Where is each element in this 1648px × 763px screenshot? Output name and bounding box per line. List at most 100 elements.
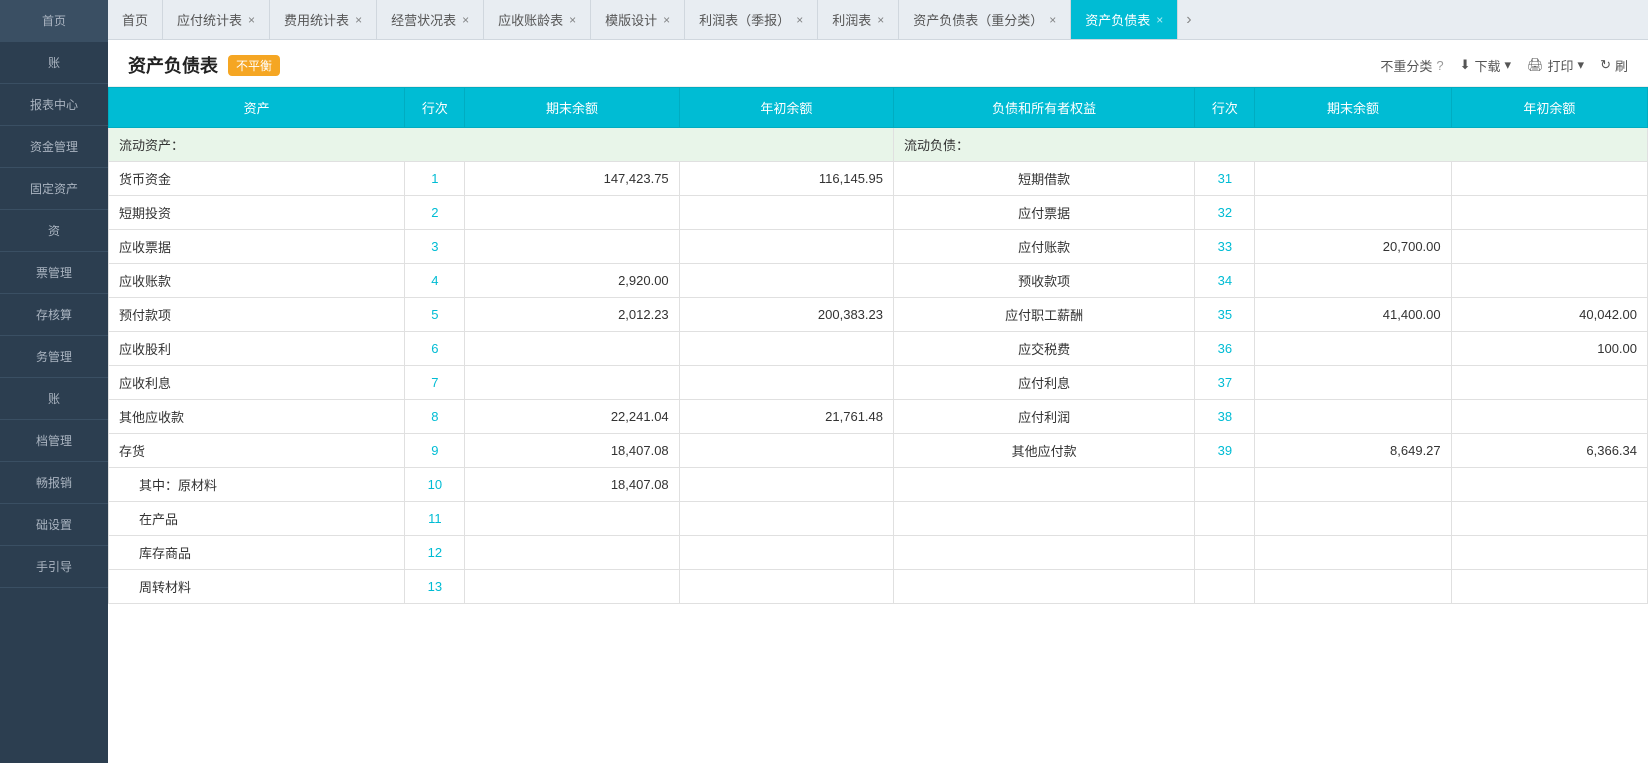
tab-close-balance[interactable]: × [1156,13,1163,27]
col-header-end-bal-left: 期末余额 [465,88,679,128]
tab-expense-stat[interactable]: 费用统计表 × [270,0,377,40]
right-beg-bal: 100.00 [1451,332,1647,366]
tab-close-operation[interactable]: × [462,13,469,27]
left-item: 其他应收款 [109,400,405,434]
tab-income[interactable]: 利润表 × [818,0,899,40]
left-row-num: 7 [405,366,465,400]
sidebar-item-guide[interactable]: 手引导 [0,546,108,588]
tab-scroll-right[interactable]: › [1178,11,1199,29]
left-item: 周转材料 [109,570,405,604]
tab-income-q[interactable]: 利润表（季报） × [685,0,818,40]
table-row: 周转材料 13 [109,570,1648,604]
unbalanced-badge: 不平衡 [228,55,280,76]
sidebar-item-expense[interactable]: 畅报销 [0,462,108,504]
balance-sheet-table: 资产 行次 期末余额 年初余额 负债和所有者权益 行次 期末余额 年初余额 流动… [108,87,1648,604]
right-item: 应付职工薪酬 [894,298,1195,332]
left-end-bal [465,502,679,536]
refresh-btn[interactable]: ↻ 刷 [1600,56,1628,75]
sidebar-item-fixed-assets[interactable]: 固定资产 [0,168,108,210]
right-item: 应付利润 [894,400,1195,434]
chevron-down-icon: ▾ [1504,57,1511,73]
tab-close-template[interactable]: × [663,13,670,27]
table-container: 资产 行次 期末余额 年初余额 负债和所有者权益 行次 期末余额 年初余额 流动… [108,87,1648,763]
left-beg-bal [679,570,893,604]
tab-ap-stat[interactable]: 应付统计表 × [163,0,270,40]
left-item: 存货 [109,434,405,468]
left-end-bal [465,230,679,264]
sidebar-item-archive[interactable]: 档管理 [0,420,108,462]
sidebar-item-inventory[interactable]: 存核算 [0,294,108,336]
right-end-bal [1255,366,1451,400]
left-row-num: 2 [405,196,465,230]
right-item: 应交税费 [894,332,1195,366]
right-end-bal [1255,502,1451,536]
left-row-num: 3 [405,230,465,264]
sidebar-item-tax[interactable]: 务管理 [0,336,108,378]
tab-home[interactable]: 首页 [108,0,163,40]
download-icon: ⬇ [1460,57,1471,73]
tab-balance[interactable]: 资产负债表 × [1071,0,1178,40]
print-btn[interactable]: 🖨 打印 ▾ [1527,56,1584,75]
right-row-num: 33 [1195,230,1255,264]
right-end-bal [1255,264,1451,298]
left-end-bal: 18,407.08 [465,434,679,468]
right-row-num [1195,502,1255,536]
col-header-row-num-left: 行次 [405,88,465,128]
left-item: 库存商品 [109,536,405,570]
right-row-num [1195,570,1255,604]
table-row: 应收利息 7 应付利息 37 [109,366,1648,400]
right-row-num: 36 [1195,332,1255,366]
table-row: 其他应收款 8 22,241.04 21,761.48 应付利润 38 [109,400,1648,434]
right-end-bal [1255,400,1451,434]
tab-close-expense-stat[interactable]: × [355,13,362,27]
left-beg-bal: 200,383.23 [679,298,893,332]
tab-close-ap-stat[interactable]: × [248,13,255,27]
sidebar-item-ticket[interactable]: 票管理 [0,252,108,294]
col-header-end-bal-right: 期末余额 [1255,88,1451,128]
left-row-num: 10 [405,468,465,502]
chevron-down-icon-print: ▾ [1578,57,1585,73]
download-btn[interactable]: ⬇ 下载 ▾ [1460,56,1511,75]
left-beg-bal [679,264,893,298]
sidebar-item-asset[interactable]: 资 [0,210,108,252]
right-end-bal: 41,400.00 [1255,298,1451,332]
tab-close-income-q[interactable]: × [796,13,803,27]
left-beg-bal [679,230,893,264]
classify-btn[interactable]: 不重分类 ? [1380,56,1443,75]
right-end-bal [1255,332,1451,366]
left-item: 应收账款 [109,264,405,298]
left-row-num: 6 [405,332,465,366]
sidebar-item-ledger[interactable]: 账 [0,378,108,420]
tab-template[interactable]: 模版设计 × [591,0,685,40]
sidebar-item-settings[interactable]: 础设置 [0,504,108,546]
tab-operation[interactable]: 经营状况表 × [377,0,484,40]
right-beg-bal [1451,400,1647,434]
tab-close-balance-reclassified[interactable]: × [1049,13,1056,27]
right-item [894,468,1195,502]
left-beg-bal: 21,761.48 [679,400,893,434]
left-beg-bal [679,536,893,570]
tab-balance-reclassified[interactable]: 资产负债表（重分类） × [899,0,1071,40]
col-header-asset: 资产 [109,88,405,128]
tab-close-ar-aging[interactable]: × [569,13,576,27]
sidebar-item-report-center[interactable]: 报表中心 [0,84,108,126]
sidebar-item-home[interactable]: 首页 [0,0,108,42]
left-end-bal: 2,012.23 [465,298,679,332]
left-beg-bal [679,434,893,468]
right-beg-bal [1451,570,1647,604]
col-header-liability: 负债和所有者权益 [894,88,1195,128]
sidebar-item-account[interactable]: 账 [0,42,108,84]
right-beg-bal [1451,502,1647,536]
right-item: 应付利息 [894,366,1195,400]
right-item: 其他应付款 [894,434,1195,468]
table-row: 应收股利 6 应交税费 36 100.00 [109,332,1648,366]
tab-ar-aging[interactable]: 应收账龄表 × [484,0,591,40]
left-end-bal: 18,407.08 [465,468,679,502]
sidebar-item-fund[interactable]: 资金管理 [0,126,108,168]
table-row: 应收票据 3 应付账款 33 20,700.00 [109,230,1648,264]
tab-close-income[interactable]: × [877,13,884,27]
col-header-row-num-right: 行次 [1195,88,1255,128]
left-end-bal [465,366,679,400]
right-row-num: 32 [1195,196,1255,230]
left-item: 其中：原材料 [109,468,405,502]
